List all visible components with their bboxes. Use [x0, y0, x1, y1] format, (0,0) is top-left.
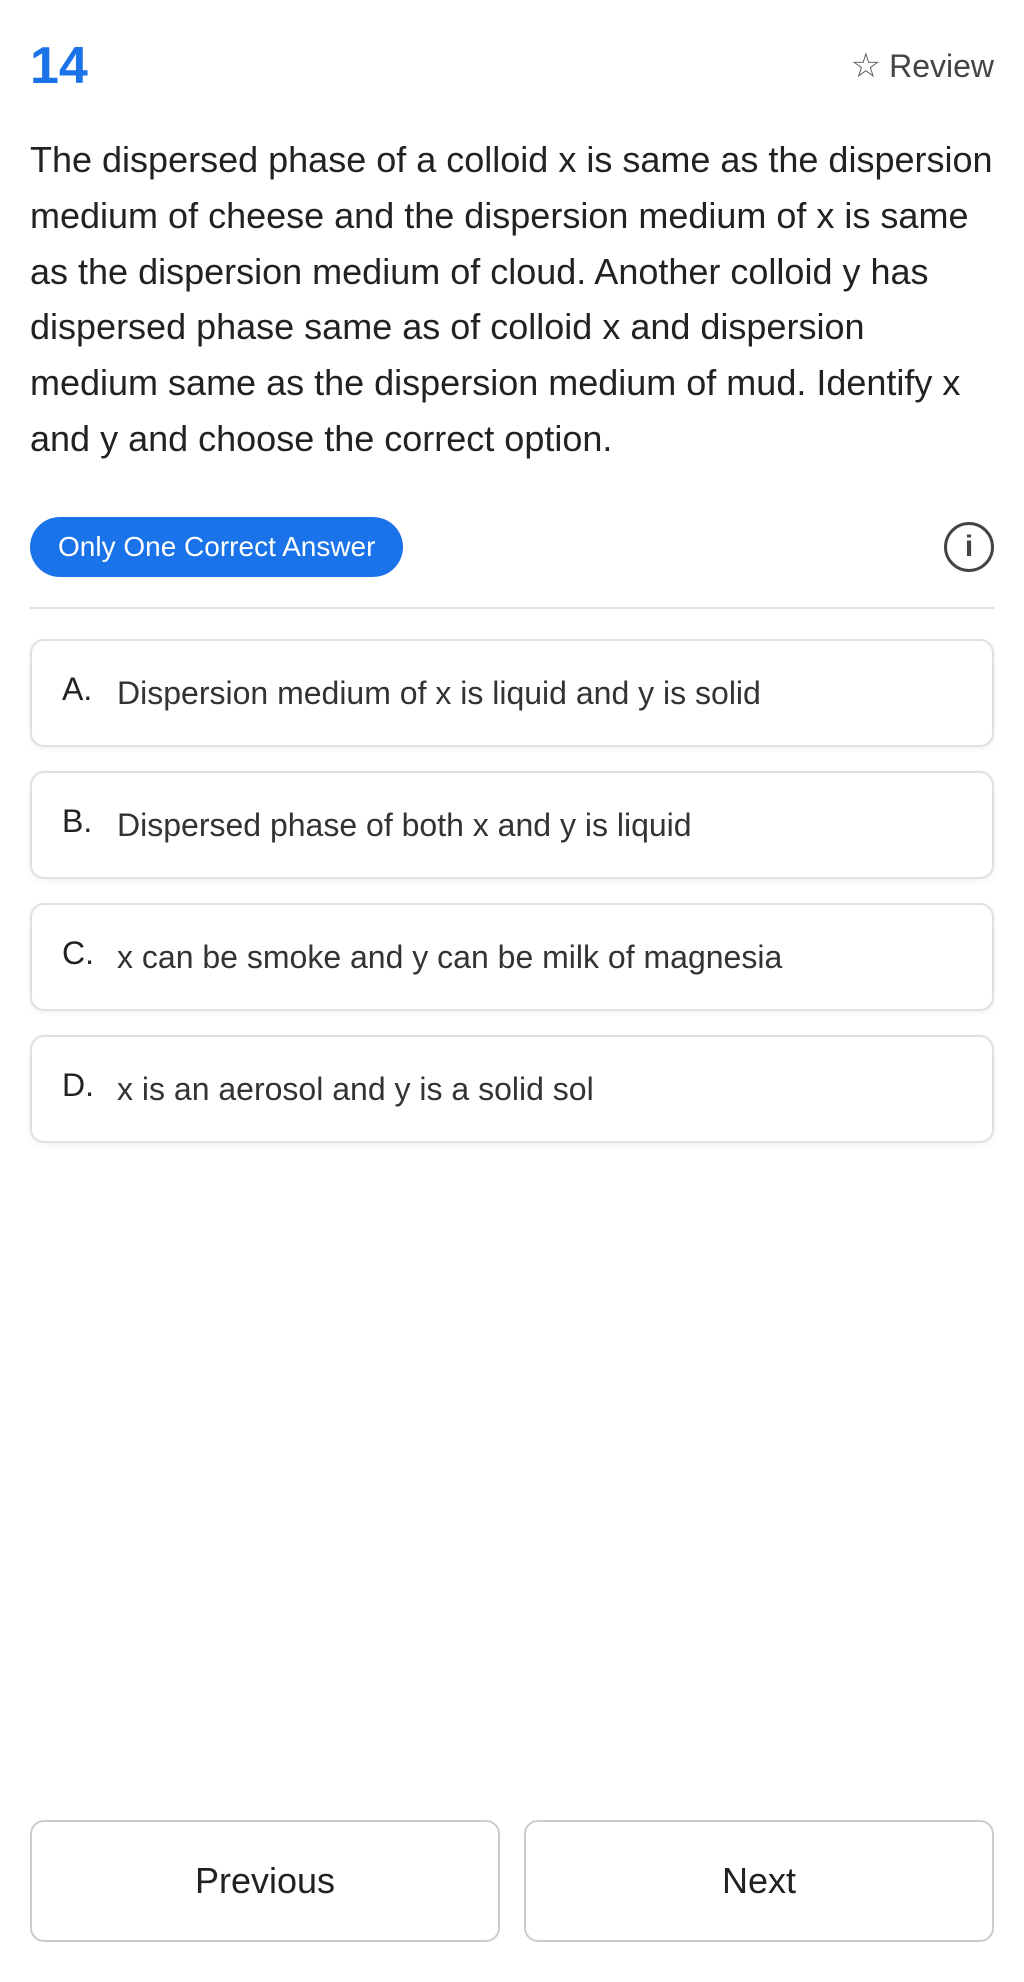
option-letter-0: A. — [62, 669, 117, 708]
review-button[interactable]: ☆ Review — [851, 46, 994, 86]
answer-type-row: Only One Correct Answer i — [30, 517, 994, 577]
option-letter-1: B. — [62, 801, 117, 840]
option-letter-2: C. — [62, 933, 117, 972]
star-icon: ☆ — [851, 46, 881, 86]
next-button[interactable]: Next — [524, 1820, 994, 1942]
option-letter-3: D. — [62, 1065, 117, 1104]
info-symbol: i — [965, 530, 973, 564]
info-icon[interactable]: i — [944, 522, 994, 572]
option-text-2: x can be smoke and y can be milk of magn… — [117, 933, 962, 981]
option-text-3: x is an aerosol and y is a solid sol — [117, 1065, 962, 1113]
option-text-1: Dispersed phase of both x and y is liqui… — [117, 801, 962, 849]
divider — [30, 607, 994, 609]
question-number: 14 — [30, 40, 88, 92]
review-label: Review — [889, 48, 994, 85]
option-card-2[interactable]: C.x can be smoke and y can be milk of ma… — [30, 903, 994, 1011]
previous-button[interactable]: Previous — [30, 1820, 500, 1942]
question-text: The dispersed phase of a colloid x is sa… — [30, 132, 994, 467]
option-text-0: Dispersion medium of x is liquid and y i… — [117, 669, 962, 717]
option-card-0[interactable]: A.Dispersion medium of x is liquid and y… — [30, 639, 994, 747]
header-row: 14 ☆ Review — [30, 40, 994, 92]
option-card-1[interactable]: B.Dispersed phase of both x and y is liq… — [30, 771, 994, 879]
page-container: 14 ☆ Review The dispersed phase of a col… — [0, 0, 1024, 1982]
answer-type-badge: Only One Correct Answer — [30, 517, 403, 577]
options-list: A.Dispersion medium of x is liquid and y… — [30, 639, 994, 1770]
bottom-nav: Previous Next — [30, 1820, 994, 1942]
option-card-3[interactable]: D.x is an aerosol and y is a solid sol — [30, 1035, 994, 1143]
